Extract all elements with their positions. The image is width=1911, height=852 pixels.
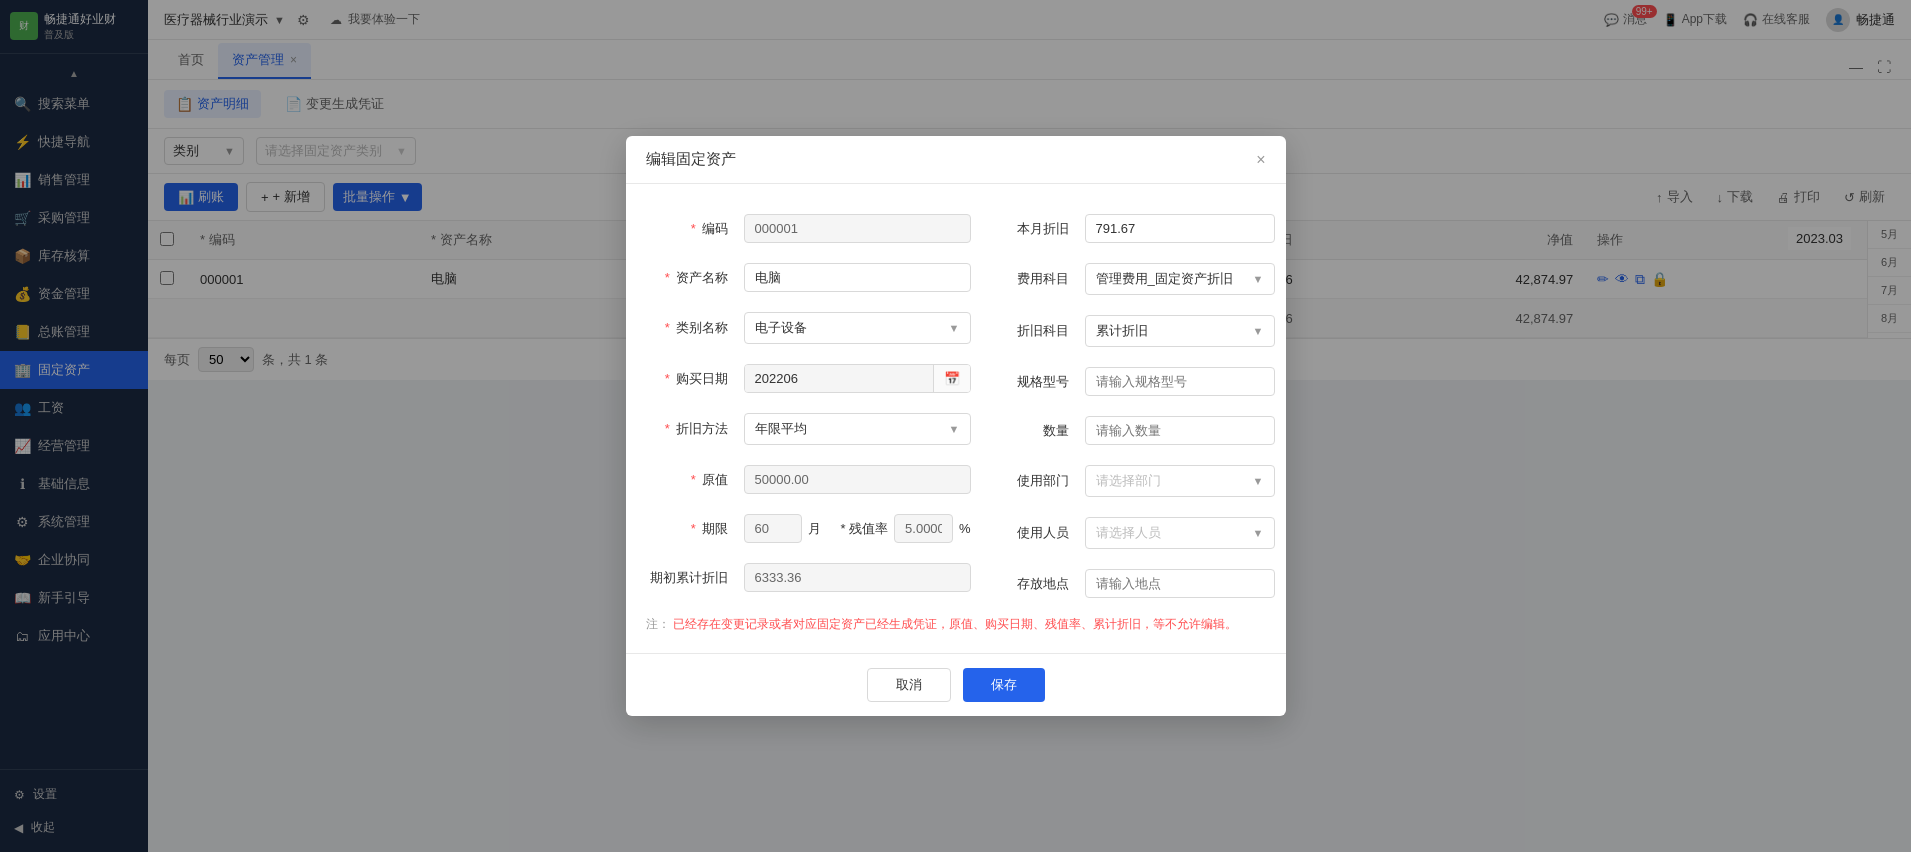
name-input[interactable] <box>744 263 971 292</box>
notice-text: 注： 已经存在变更记录或者对应固定资产已经生成凭证，原值、购买日期、残值率、累计… <box>646 608 1266 633</box>
form-row-original-value: * 原值 <box>646 455 971 504</box>
quantity-input[interactable] <box>1085 416 1275 445</box>
form-row-expense-account: 费用科目 管理费用_固定资产折旧 ▼ <box>987 253 1275 305</box>
original-value-input[interactable] <box>744 465 971 494</box>
form-row-depreciation-account: 折旧科目 累计折旧 ▼ <box>987 305 1275 357</box>
form-row-purchase-date: * 购买日期 📅 <box>646 354 971 403</box>
save-button[interactable]: 保存 <box>963 668 1045 702</box>
form-row-spec-model: 规格型号 <box>987 357 1275 406</box>
form-row-department: 使用部门 请选择部门 ▼ <box>987 455 1275 507</box>
category-select[interactable]: 电子设备 ▼ <box>744 312 971 344</box>
form-row-depreciation-method: * 折旧方法 年限平均 ▼ <box>646 403 971 455</box>
edit-asset-modal: 编辑固定资产 × * 编码 <box>626 136 1286 716</box>
form-row-name: * 资产名称 <box>646 253 971 302</box>
form-row-location: 存放地点 <box>987 559 1275 608</box>
period-label: * 期限 <box>646 520 736 538</box>
depreciation-method-label: * 折旧方法 <box>646 420 736 438</box>
form-row-category: * 类别名称 电子设备 ▼ <box>646 302 971 354</box>
form-row-personnel: 使用人员 请选择人员 ▼ <box>987 507 1275 559</box>
personnel-select[interactable]: 请选择人员 ▼ <box>1085 517 1275 549</box>
category-label: * 类别名称 <box>646 319 736 337</box>
purchase-date-wrap: 📅 <box>744 364 971 393</box>
category-select-arrow: ▼ <box>949 322 960 334</box>
calendar-icon[interactable]: 📅 <box>933 365 970 392</box>
location-label: 存放地点 <box>987 575 1077 593</box>
form-row-period: * 期限 月 * 残值率 % <box>646 504 971 553</box>
depreciation-account-select[interactable]: 累计折旧 ▼ <box>1085 315 1275 347</box>
code-label: * 编码 <box>646 220 736 238</box>
monthly-depreciation-input[interactable] <box>1085 214 1275 243</box>
notice-content: 已经存在变更记录或者对应固定资产已经生成凭证，原值、购买日期、残值率、累计折旧，… <box>673 617 1237 631</box>
method-select-arrow: ▼ <box>949 423 960 435</box>
cancel-button[interactable]: 取消 <box>867 668 951 702</box>
code-input[interactable] <box>744 214 971 243</box>
expense-account-select[interactable]: 管理费用_固定资产折旧 ▼ <box>1085 263 1275 295</box>
spec-model-label: 规格型号 <box>987 373 1077 391</box>
spec-model-input[interactable] <box>1085 367 1275 396</box>
name-label: * 资产名称 <box>646 269 736 287</box>
form-row-cumulative: 期初累计折旧 <box>646 553 971 602</box>
depreciation-method-select[interactable]: 年限平均 ▼ <box>744 413 971 445</box>
form-row-code: * 编码 <box>646 204 971 253</box>
form-row-quantity: 数量 <box>987 406 1275 455</box>
period-input[interactable] <box>744 514 803 543</box>
quantity-label: 数量 <box>987 422 1077 440</box>
period-unit: 月 <box>808 520 821 538</box>
original-value-label: * 原值 <box>646 471 736 489</box>
purchase-date-label: * 购买日期 <box>646 370 736 388</box>
monthly-depreciation-label: 本月折旧 <box>987 220 1077 238</box>
notice-prefix: 注： <box>646 617 670 631</box>
form-row-monthly-depreciation: 本月折旧 <box>987 204 1275 253</box>
depreciation-account-arrow: ▼ <box>1253 325 1264 337</box>
department-select[interactable]: 请选择部门 ▼ <box>1085 465 1275 497</box>
department-select-arrow: ▼ <box>1253 475 1264 487</box>
residual-rate-label: * 残值率 <box>827 520 888 538</box>
expense-account-label: 费用科目 <box>987 270 1077 288</box>
personnel-label: 使用人员 <box>987 524 1077 542</box>
purchase-date-input[interactable] <box>745 365 933 392</box>
location-input[interactable] <box>1085 569 1275 598</box>
department-label: 使用部门 <box>987 472 1077 490</box>
modal-body: * 编码 * 资产名称 <box>626 184 1286 653</box>
form-left-col: * 编码 * 资产名称 <box>646 204 971 608</box>
modal-header: 编辑固定资产 × <box>626 136 1286 184</box>
residual-rate-input[interactable] <box>894 514 953 543</box>
modal-close-button[interactable]: × <box>1256 151 1265 169</box>
cumulative-input[interactable] <box>744 563 971 592</box>
modal-footer: 取消 保存 <box>626 653 1286 716</box>
personnel-select-arrow: ▼ <box>1253 527 1264 539</box>
form-grid: * 编码 * 资产名称 <box>646 204 1266 608</box>
depreciation-account-label: 折旧科目 <box>987 322 1077 340</box>
modal-title: 编辑固定资产 <box>646 150 736 169</box>
residual-pct-sign: % <box>959 521 971 536</box>
modal-overlay: 编辑固定资产 × * 编码 <box>0 0 1911 852</box>
cumulative-label: 期初累计折旧 <box>646 569 736 587</box>
period-container: 月 * 残值率 % <box>744 514 971 543</box>
expense-account-arrow: ▼ <box>1253 273 1264 285</box>
form-right-col: 本月折旧 费用科目 管理费用_固定资产折旧 ▼ <box>971 204 1275 608</box>
